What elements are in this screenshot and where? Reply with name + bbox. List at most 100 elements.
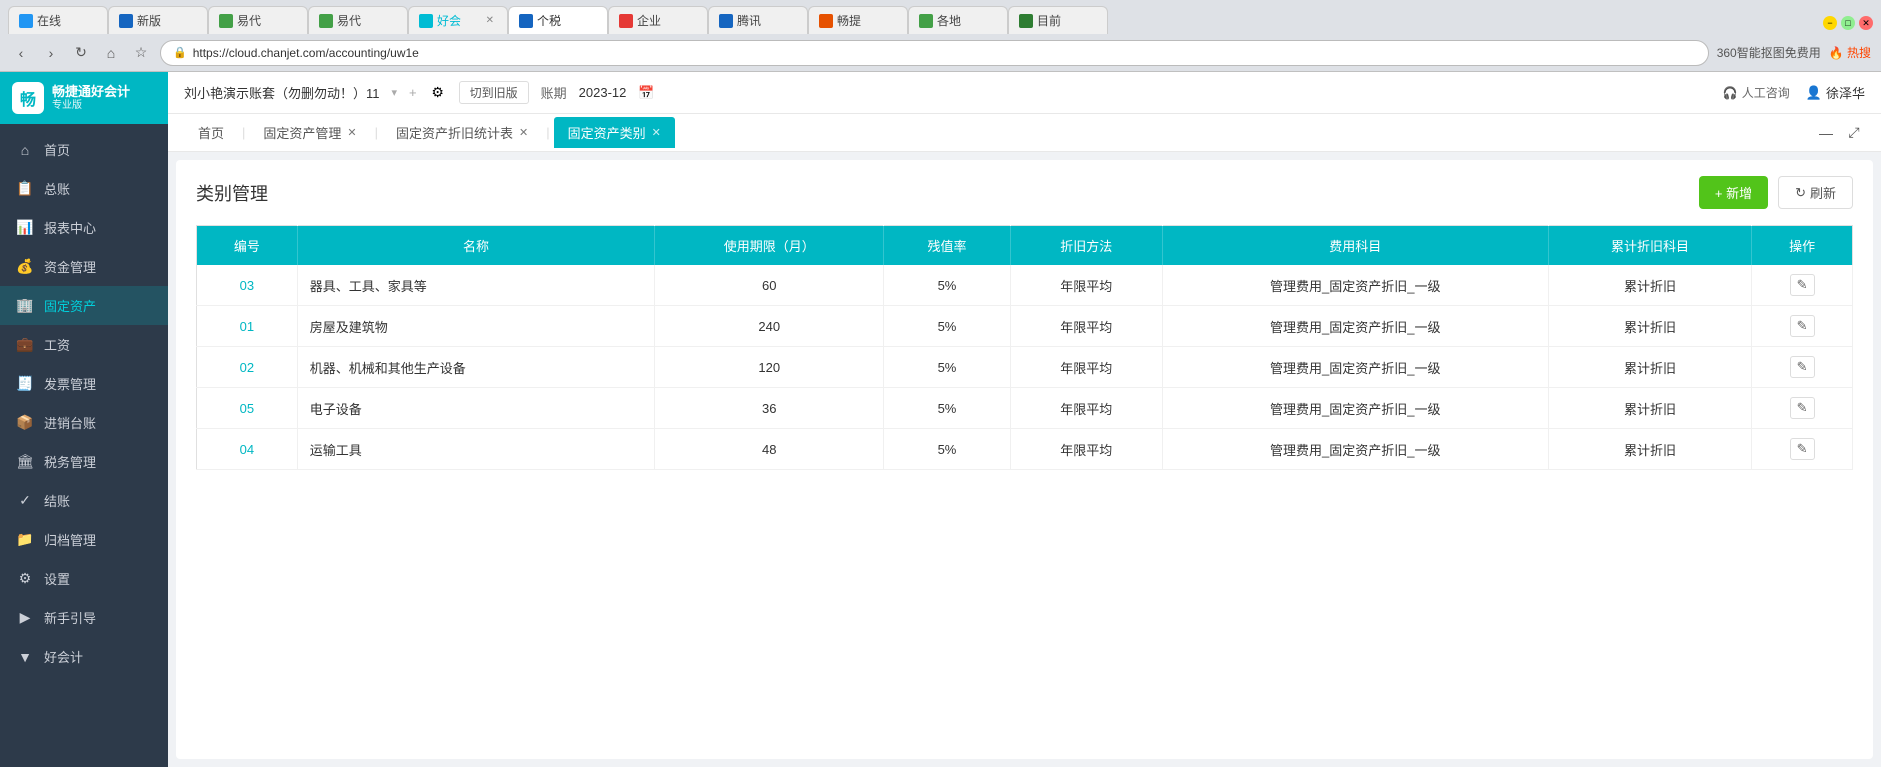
- service-button[interactable]: 🎧 人工咨询: [1723, 84, 1790, 101]
- calendar-icon[interactable]: 📅: [638, 85, 654, 101]
- refresh-button[interactable]: ↻ 刷新: [1778, 176, 1853, 209]
- cell-expense: 管理费用_固定资产折旧_一级: [1162, 388, 1548, 429]
- bookmark-button[interactable]: ☆: [130, 42, 152, 64]
- sidebar-item-invoice[interactable]: 🧾 发票管理: [0, 364, 168, 403]
- cell-expense: 管理费用_固定资产折旧_一级: [1162, 429, 1548, 470]
- sidebar-item-funds[interactable]: 💰 资金管理: [0, 247, 168, 286]
- sidebar-item-more[interactable]: ▼ 好会计: [0, 637, 168, 676]
- tab-close-5[interactable]: ✕: [483, 14, 497, 27]
- tab-home[interactable]: 首页: [184, 117, 238, 148]
- dropdown-arrow[interactable]: ▾: [392, 86, 398, 99]
- reload-button[interactable]: ↻: [70, 42, 92, 64]
- tab-browser-10[interactable]: 各地: [908, 6, 1008, 34]
- table-row: 04 运输工具 48 5% 年限平均 管理费用_固定资产折旧_一级 累计折旧 ✎: [197, 429, 1853, 470]
- tab-depreciation[interactable]: 固定资产折旧统计表 ✕: [382, 117, 542, 148]
- sidebar-item-fixed[interactable]: 🏢 固定资产: [0, 286, 168, 325]
- cell-accumulated: 累计折旧: [1548, 388, 1751, 429]
- maximize-button[interactable]: □: [1841, 16, 1855, 30]
- cell-name: 机器、机械和其他生产设备: [297, 347, 654, 388]
- tab-browser-8[interactable]: 腾讯: [708, 6, 808, 34]
- cell-name: 运输工具: [297, 429, 654, 470]
- content-tab-maximize[interactable]: ⤢: [1843, 122, 1865, 144]
- back-button[interactable]: ‹: [10, 42, 32, 64]
- tab-browser-9[interactable]: 畅提: [808, 6, 908, 34]
- sidebar-item-guide[interactable]: ▶ 新手引导: [0, 598, 168, 637]
- logo-icon: 畅: [12, 82, 44, 114]
- cell-method: 年限平均: [1010, 265, 1162, 306]
- tab-browser-5[interactable]: 好会 ✕: [408, 6, 508, 34]
- sidebar-item-ledger[interactable]: 📋 总账: [0, 169, 168, 208]
- funds-icon: 💰: [16, 258, 34, 275]
- edit-icon[interactable]: ✎: [1790, 315, 1815, 337]
- sidebar-item-purchase[interactable]: 📦 进销台账: [0, 403, 168, 442]
- fixed-icon: 🏢: [16, 297, 34, 314]
- cell-accumulated: 累计折旧: [1548, 306, 1751, 347]
- sidebar-item-archive[interactable]: 📁 归档管理: [0, 520, 168, 559]
- browser-address-bar: ‹ › ↻ ⌂ ☆ 🔒 https://cloud.chanjet.com/ac…: [0, 34, 1881, 72]
- user-avatar[interactable]: 👤 徐泽华: [1806, 83, 1865, 102]
- add-icon[interactable]: +: [409, 85, 417, 100]
- archive-icon: 📁: [16, 531, 34, 548]
- content-tab-minimize[interactable]: —: [1815, 122, 1837, 144]
- switch-version-button[interactable]: 切到旧版: [459, 81, 529, 104]
- tab-browser-11[interactable]: 目前: [1008, 6, 1108, 34]
- invoice-icon: 🧾: [16, 375, 34, 392]
- edit-icon[interactable]: ✎: [1790, 397, 1815, 419]
- tab-close-category[interactable]: ✕: [652, 126, 661, 139]
- edit-icon[interactable]: ✎: [1790, 274, 1815, 296]
- cell-accumulated: 累计折旧: [1548, 265, 1751, 306]
- refresh-icon: ↻: [1795, 185, 1806, 201]
- add-button[interactable]: + 新增: [1699, 176, 1768, 209]
- cell-residual: 5%: [884, 429, 1010, 470]
- logo-text: 畅捷通好会计 专业版: [52, 84, 130, 112]
- tab-browser-4[interactable]: 易代: [308, 6, 408, 34]
- cell-period: 240: [655, 306, 884, 347]
- cell-residual: 5%: [884, 388, 1010, 429]
- edit-icon[interactable]: ✎: [1790, 438, 1815, 460]
- sidebar-item-checkout[interactable]: ✓ 结账: [0, 481, 168, 520]
- tab-browser-7[interactable]: 企业: [608, 6, 708, 34]
- sidebar-item-salary[interactable]: 💼 工资: [0, 325, 168, 364]
- cell-expense: 管理费用_固定资产折旧_一级: [1162, 265, 1548, 306]
- sidebar-item-tax[interactable]: 🏛 税务管理: [0, 442, 168, 481]
- col-header-residual: 残值率: [884, 226, 1010, 266]
- cell-residual: 5%: [884, 347, 1010, 388]
- forward-button[interactable]: ›: [40, 42, 62, 64]
- tab-browser-1[interactable]: 在线: [8, 6, 108, 34]
- tab-fixed-mgmt[interactable]: 固定资产管理 ✕: [249, 117, 370, 148]
- settings-gear[interactable]: ⚙: [429, 84, 447, 101]
- tab-close-fixed-mgmt[interactable]: ✕: [347, 126, 356, 139]
- sidebar-nav: ⌂ 首页 📋 总账 📊 报表中心 💰 资金管理 🏢 固定资产 💼 工资: [0, 124, 168, 767]
- minimize-button[interactable]: −: [1823, 16, 1837, 30]
- col-header-period: 使用期限（月）: [655, 226, 884, 266]
- more-icon: ▼: [16, 649, 34, 665]
- sidebar-logo: 畅 畅捷通好会计 专业版: [0, 72, 168, 124]
- sidebar-item-reports[interactable]: 📊 报表中心: [0, 208, 168, 247]
- header-right: 🎧 人工咨询 👤 徐泽华: [1723, 83, 1865, 102]
- cell-expense: 管理费用_固定资产折旧_一级: [1162, 347, 1548, 388]
- cell-method: 年限平均: [1010, 429, 1162, 470]
- url-bar[interactable]: 🔒 https://cloud.chanjet.com/accounting/u…: [160, 40, 1709, 66]
- tab-browser-2[interactable]: 新版: [108, 6, 208, 34]
- table-row: 02 机器、机械和其他生产设备 120 5% 年限平均 管理费用_固定资产折旧_…: [197, 347, 1853, 388]
- table-row: 05 电子设备 36 5% 年限平均 管理费用_固定资产折旧_一级 累计折旧 ✎: [197, 388, 1853, 429]
- cell-residual: 5%: [884, 265, 1010, 306]
- close-button[interactable]: ✕: [1859, 16, 1873, 30]
- period-label: 账期: [541, 83, 567, 102]
- cell-action: ✎: [1752, 306, 1853, 347]
- cell-action: ✎: [1752, 429, 1853, 470]
- cell-code: 03: [197, 265, 298, 306]
- tab-browser-6[interactable]: 个税: [508, 6, 608, 34]
- tab-close-depreciation[interactable]: ✕: [519, 126, 528, 139]
- edit-icon[interactable]: ✎: [1790, 356, 1815, 378]
- cell-accumulated: 累计折旧: [1548, 347, 1751, 388]
- tab-browser-3[interactable]: 易代: [208, 6, 308, 34]
- sidebar-item-settings[interactable]: ⚙ 设置: [0, 559, 168, 598]
- home-icon: ⌂: [16, 142, 34, 158]
- cell-method: 年限平均: [1010, 347, 1162, 388]
- tab-category[interactable]: 固定资产类别 ✕: [554, 117, 675, 148]
- sidebar-item-home[interactable]: ⌂ 首页: [0, 130, 168, 169]
- home-button[interactable]: ⌂: [100, 42, 122, 64]
- cell-code: 05: [197, 388, 298, 429]
- cell-residual: 5%: [884, 306, 1010, 347]
